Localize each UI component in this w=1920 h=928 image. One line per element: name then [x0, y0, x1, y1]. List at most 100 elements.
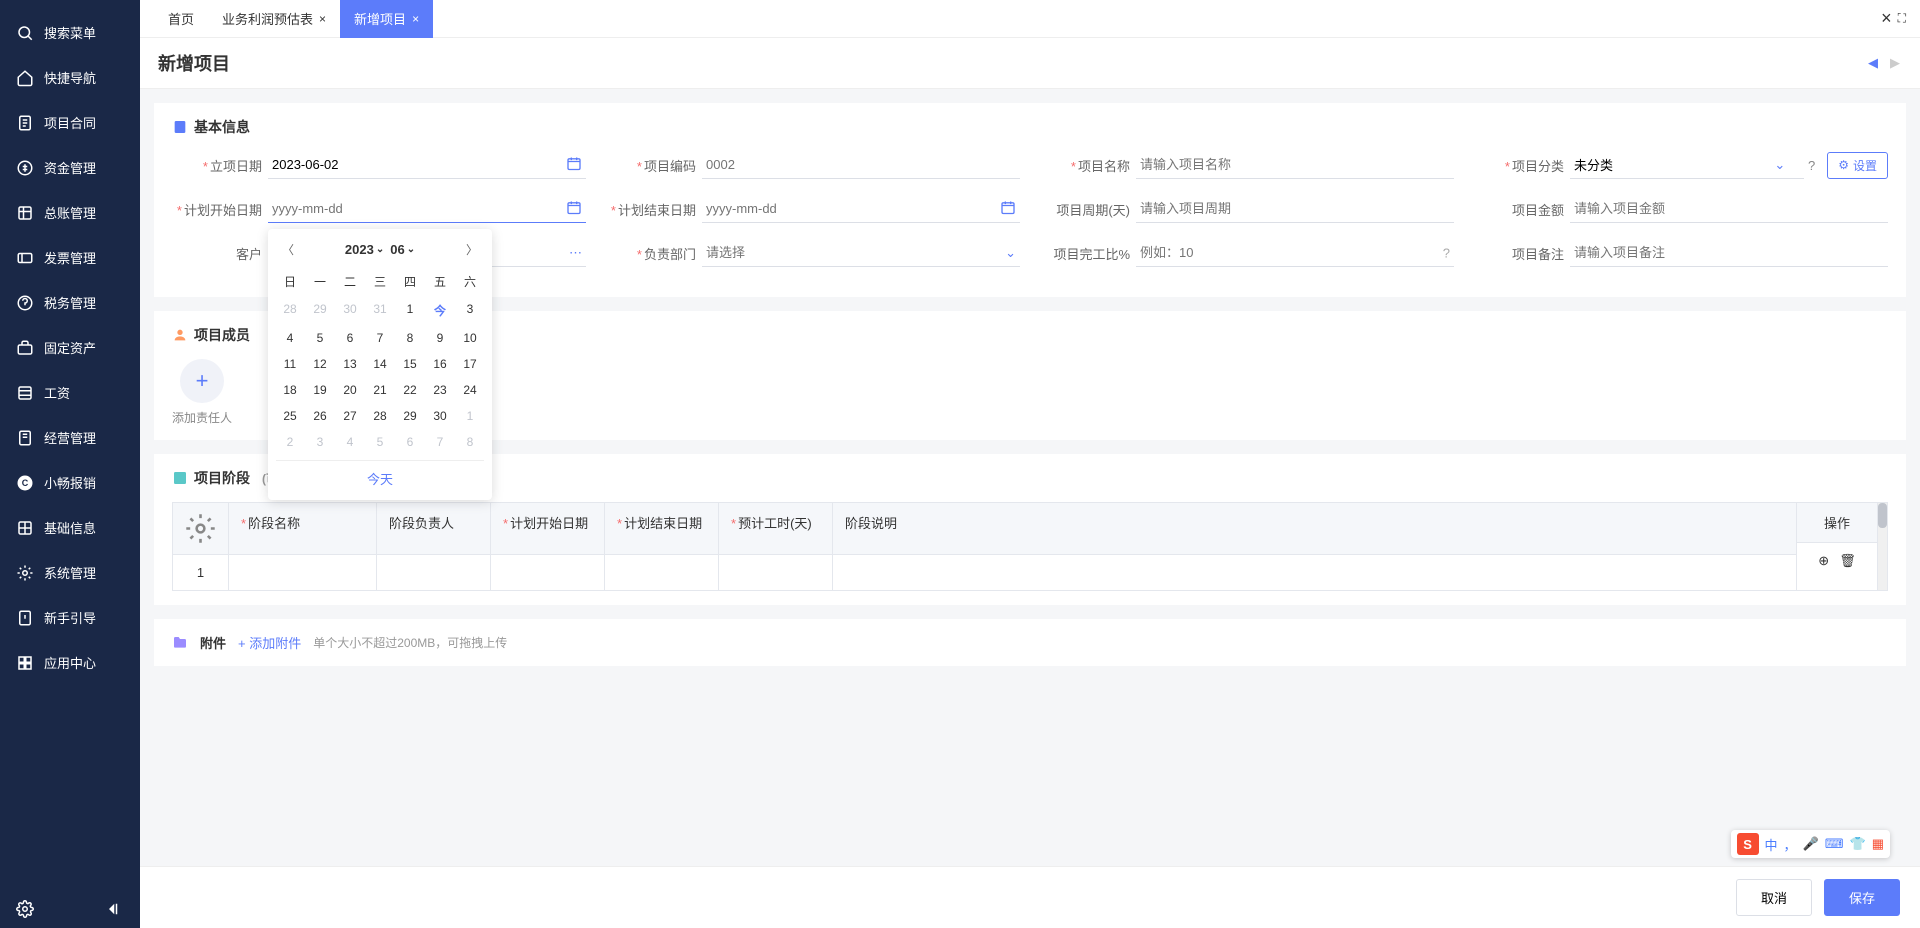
- plan-end-input[interactable]: [702, 195, 1020, 223]
- calendar-day[interactable]: 26: [306, 404, 334, 428]
- sidebar-item-asset[interactable]: 固定资产: [0, 325, 140, 370]
- calendar-day[interactable]: 15: [396, 352, 424, 376]
- ime-mic-icon[interactable]: 🎤: [1803, 836, 1819, 852]
- year-select[interactable]: 2023⌄: [345, 242, 384, 257]
- calendar-day[interactable]: 16: [426, 352, 454, 376]
- next-icon[interactable]: ▶: [1888, 53, 1902, 73]
- remark-input[interactable]: [1570, 239, 1888, 267]
- add-attachment-button[interactable]: + 添加附件: [238, 633, 301, 652]
- calendar-day[interactable]: 8: [396, 326, 424, 350]
- sidebar-item-biz[interactable]: 经营管理: [0, 415, 140, 460]
- sidebar-item-money[interactable]: 资金管理: [0, 145, 140, 190]
- sidebar-item-tax[interactable]: 税务管理: [0, 280, 140, 325]
- calendar-day[interactable]: 21: [366, 378, 394, 402]
- calendar-day[interactable]: 6: [396, 430, 424, 454]
- calendar-day[interactable]: 28: [276, 297, 304, 324]
- ime-keyboard-icon[interactable]: ⌨: [1825, 836, 1844, 852]
- period-input[interactable]: [1136, 195, 1454, 223]
- calendar-day[interactable]: 2: [276, 430, 304, 454]
- calendar-day[interactable]: 1: [456, 404, 484, 428]
- sidebar-item-apps[interactable]: 应用中心: [0, 640, 140, 685]
- calendar-icon[interactable]: [1000, 200, 1016, 219]
- ime-punct-icon[interactable]: ，: [1784, 835, 1797, 854]
- calendar-day[interactable]: 28: [366, 404, 394, 428]
- calendar-day[interactable]: 12: [306, 352, 334, 376]
- sidebar-item-ledger[interactable]: 总账管理: [0, 190, 140, 235]
- calendar-day[interactable]: 9: [426, 326, 454, 350]
- sidebar-item-guide[interactable]: 新手引导: [0, 595, 140, 640]
- calendar-day[interactable]: 8: [456, 430, 484, 454]
- collapse-icon[interactable]: [106, 900, 124, 918]
- calendar-day[interactable]: 23: [426, 378, 454, 402]
- sidebar-item-sys[interactable]: 系统管理: [0, 550, 140, 595]
- calendar-day[interactable]: 18: [276, 378, 304, 402]
- calendar-day[interactable]: 6: [336, 326, 364, 350]
- close-icon[interactable]: ×: [412, 12, 419, 26]
- settings-icon[interactable]: [16, 900, 34, 918]
- calendar-day[interactable]: 10: [456, 326, 484, 350]
- calendar-day[interactable]: 7: [426, 430, 454, 454]
- more-icon[interactable]: ⋯: [569, 245, 582, 261]
- prev-icon[interactable]: ◀: [1866, 53, 1880, 73]
- add-row-icon[interactable]: ⊕: [1818, 553, 1829, 569]
- calendar-day[interactable]: 3: [306, 430, 334, 454]
- add-member-button[interactable]: + 添加责任人: [172, 359, 232, 426]
- sidebar-item-doc[interactable]: 项目合同: [0, 100, 140, 145]
- tab[interactable]: 新增项目×: [340, 0, 433, 38]
- complete-input[interactable]: [1136, 239, 1454, 267]
- sidebar-item-home[interactable]: 快捷导航: [0, 55, 140, 100]
- calendar-day[interactable]: 13: [336, 352, 364, 376]
- approval-date-input[interactable]: [268, 151, 586, 179]
- delete-row-icon[interactable]: 🗑: [1839, 553, 1856, 569]
- table-row[interactable]: 1: [173, 555, 1797, 590]
- sidebar-item-salary[interactable]: 工资: [0, 370, 140, 415]
- calendar-day[interactable]: 11: [276, 352, 304, 376]
- chevron-down-icon[interactable]: ⌄: [1005, 245, 1016, 261]
- calendar-day[interactable]: 29: [396, 404, 424, 428]
- next-month-icon[interactable]: 〉: [466, 241, 478, 258]
- calendar-day[interactable]: 4: [276, 326, 304, 350]
- close-icon[interactable]: ×: [319, 12, 326, 26]
- chevron-down-icon[interactable]: ⌄: [1774, 157, 1785, 173]
- project-code-input[interactable]: [702, 151, 1020, 179]
- calendar-day[interactable]: 27: [336, 404, 364, 428]
- save-button[interactable]: 保存: [1824, 879, 1900, 916]
- calendar-icon[interactable]: [566, 156, 582, 175]
- ime-grid-icon[interactable]: ▦: [1872, 836, 1884, 852]
- sidebar-item-ticket[interactable]: 发票管理: [0, 235, 140, 280]
- cancel-button[interactable]: 取消: [1736, 879, 1812, 916]
- help-icon[interactable]: ?: [1808, 158, 1815, 173]
- calendar-day[interactable]: 24: [456, 378, 484, 402]
- tab-close-all-icon[interactable]: ×: [1881, 8, 1892, 29]
- calendar-day[interactable]: 22: [396, 378, 424, 402]
- calendar-day[interactable]: 25: [276, 404, 304, 428]
- calendar-day[interactable]: 20: [336, 378, 364, 402]
- ime-skin-icon[interactable]: 👕: [1850, 836, 1866, 852]
- calendar-icon[interactable]: [566, 200, 582, 219]
- dept-select[interactable]: [702, 239, 1020, 267]
- today-button[interactable]: 今天: [367, 472, 393, 487]
- gear-icon[interactable]: [173, 503, 229, 555]
- calendar-day[interactable]: 19: [306, 378, 334, 402]
- fullscreen-icon[interactable]: ⛶: [1898, 11, 1906, 26]
- config-button[interactable]: ⚙设置: [1827, 152, 1888, 179]
- ime-mode[interactable]: 中: [1765, 835, 1778, 854]
- tab[interactable]: 首页: [154, 0, 208, 38]
- project-name-input[interactable]: [1136, 151, 1454, 179]
- month-select[interactable]: 06⌄: [390, 242, 415, 257]
- calendar-day[interactable]: 5: [366, 430, 394, 454]
- help-icon[interactable]: ?: [1443, 246, 1450, 261]
- scrollbar[interactable]: [1877, 503, 1887, 590]
- calendar-day[interactable]: 5: [306, 326, 334, 350]
- calendar-day[interactable]: 7: [366, 326, 394, 350]
- calendar-day[interactable]: 今: [426, 297, 454, 324]
- sidebar-item-search[interactable]: 搜索菜单: [0, 10, 140, 55]
- amount-input[interactable]: [1570, 195, 1888, 223]
- plan-start-input[interactable]: [268, 195, 586, 223]
- sidebar-item-reim[interactable]: C小畅报销: [0, 460, 140, 505]
- calendar-day[interactable]: 3: [456, 297, 484, 324]
- calendar-day[interactable]: 1: [396, 297, 424, 324]
- calendar-day[interactable]: 31: [366, 297, 394, 324]
- calendar-day[interactable]: 14: [366, 352, 394, 376]
- calendar-day[interactable]: 17: [456, 352, 484, 376]
